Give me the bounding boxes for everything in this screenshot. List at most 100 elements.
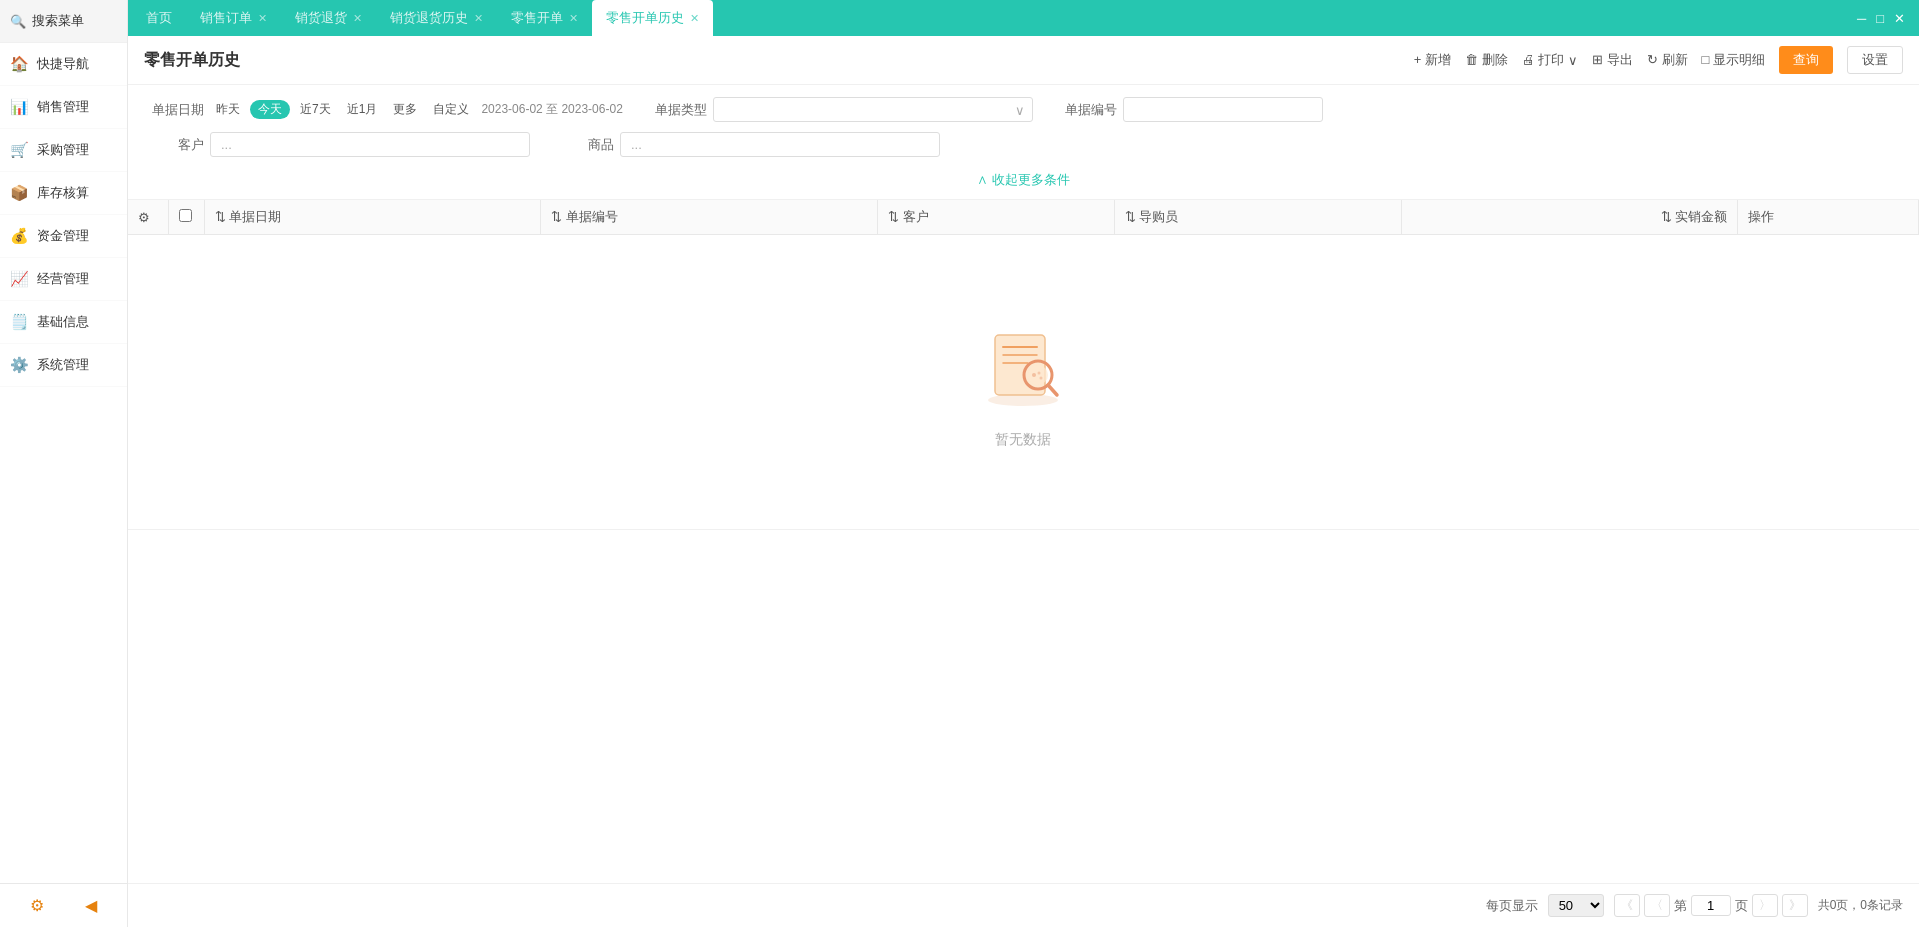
product-input[interactable]: ...	[620, 132, 940, 157]
display-label: □ 显示明细	[1702, 51, 1765, 69]
doc-type-select[interactable]	[713, 97, 1033, 122]
purchase-icon: 🛒	[10, 141, 29, 159]
sidebar-item-sys-mgmt[interactable]: ⚙️ 系统管理	[0, 344, 127, 387]
sys-icon: ⚙️	[10, 356, 29, 374]
empty-state: 暂无数据	[128, 235, 1919, 529]
tab-sales-order[interactable]: 销售订单 ✕	[186, 0, 281, 36]
empty-state-cell: 暂无数据	[128, 235, 1919, 530]
first-page-button[interactable]: 《	[1614, 894, 1640, 917]
tab-sales-return-label: 销货退货	[295, 9, 347, 27]
tab-retail-open-close[interactable]: ✕	[569, 12, 578, 25]
sidebar-item-base-info[interactable]: 🗒️ 基础信息	[0, 301, 127, 344]
win-minimize-button[interactable]: ─	[1857, 11, 1866, 26]
doc-no-input[interactable]	[1123, 97, 1323, 122]
add-button[interactable]: + 新增	[1414, 51, 1451, 69]
gear-icon: ⚙	[138, 210, 150, 225]
svg-point-8	[1032, 373, 1036, 377]
sidebar-item-purchase-mgmt[interactable]: 🛒 采购管理	[0, 129, 127, 172]
product-filter: 商品 ...	[554, 132, 940, 157]
page-input[interactable]	[1691, 895, 1731, 916]
toolbar: + 新增 🗑 删除 🖨 打印 ∨ ⊞ 导出 ↻ 刷新 □ 显示明细	[1414, 46, 1903, 74]
sidebar-search[interactable]: 🔍 搜索菜单	[0, 0, 127, 43]
export-label: ⊞ 导出	[1592, 51, 1633, 69]
date-last-month[interactable]: 近1月	[341, 100, 384, 119]
per-page-select[interactable]: 50 20 100	[1548, 894, 1604, 917]
tab-retail-history[interactable]: 零售开单历史 ✕	[592, 0, 713, 36]
th-amount-sort[interactable]: ⇅	[1661, 209, 1672, 224]
sidebar-settings-button[interactable]: ⚙	[30, 896, 44, 915]
select-all-checkbox[interactable]	[179, 209, 192, 222]
sidebar-item-ops-mgmt[interactable]: 📈 经营管理	[0, 258, 127, 301]
th-no: ⇅ 单据编号	[541, 200, 878, 235]
table-area: ⚙ ⇅ 单据日期 ⇅ 单据编号	[128, 200, 1919, 883]
th-date-sort[interactable]: ⇅	[215, 209, 226, 224]
sidebar-item-label: 系统管理	[37, 356, 89, 374]
tab-retail-open[interactable]: 零售开单 ✕	[497, 0, 592, 36]
tab-home[interactable]: 首页	[132, 0, 186, 36]
doc-type-label: 单据类型	[647, 101, 707, 119]
delete-label: 🗑 删除	[1465, 51, 1508, 69]
sidebar-item-quick-nav[interactable]: 🏠 快捷导航	[0, 43, 127, 86]
export-button[interactable]: ⊞ 导出	[1592, 51, 1633, 69]
th-gear[interactable]: ⚙	[128, 200, 168, 235]
date-last7[interactable]: 近7天	[294, 100, 337, 119]
sidebar-item-label: 经营管理	[37, 270, 89, 288]
th-check[interactable]	[168, 200, 204, 235]
sidebar-footer: ⚙ ◀	[0, 883, 127, 927]
th-guide: ⇅ 导购员	[1114, 200, 1401, 235]
last-page-button[interactable]: 》	[1782, 894, 1808, 917]
tab-sales-return-history[interactable]: 销货退货历史 ✕	[376, 0, 497, 36]
page-label: 第	[1674, 897, 1687, 915]
empty-illustration	[973, 315, 1073, 415]
display-detail-button[interactable]: □ 显示明细	[1702, 51, 1765, 69]
search-icon: 🔍	[10, 14, 26, 29]
sidebar-item-label: 采购管理	[37, 141, 89, 159]
prev-page-button[interactable]: 〈	[1644, 894, 1670, 917]
doc-no-label: 单据编号	[1057, 101, 1117, 119]
print-label: 🖨 打印	[1522, 51, 1565, 69]
page-suffix: 页	[1735, 897, 1748, 915]
win-close-button[interactable]: ✕	[1894, 11, 1905, 26]
top-nav: 首页 销售订单 ✕ 销货退货 ✕ 销货退货历史 ✕ 零售开单 ✕ 零售开单历史 …	[128, 0, 1919, 36]
delete-button[interactable]: 🗑 删除	[1465, 51, 1508, 69]
date-label: 单据日期	[144, 101, 204, 119]
win-maximize-button[interactable]: □	[1876, 11, 1884, 26]
tab-retail-history-close[interactable]: ✕	[690, 12, 699, 25]
settings-button[interactable]: 设置	[1847, 46, 1903, 74]
win-controls: ─ □ ✕	[1857, 11, 1915, 26]
sidebar-item-inventory[interactable]: 📦 库存核算	[0, 172, 127, 215]
print-button[interactable]: 🖨 打印 ∨	[1522, 51, 1579, 69]
date-more[interactable]: 更多	[387, 100, 423, 119]
sidebar-item-label: 快捷导航	[37, 55, 89, 73]
page-nav: 《 〈 第 页 〉 》	[1614, 894, 1808, 917]
sidebar-item-label: 基础信息	[37, 313, 89, 331]
date-today[interactable]: 今天	[250, 100, 290, 119]
th-guide-sort[interactable]: ⇅	[1125, 209, 1136, 224]
customer-input[interactable]: ...	[210, 132, 530, 157]
tab-sales-return-close[interactable]: ✕	[353, 12, 362, 25]
sidebar-item-sales-mgmt[interactable]: 📊 销售管理	[0, 86, 127, 129]
refresh-button[interactable]: ↻ 刷新	[1647, 51, 1688, 69]
tab-sales-return[interactable]: 销货退货 ✕	[281, 0, 376, 36]
home-icon: 🏠	[10, 55, 29, 73]
svg-point-10	[1040, 377, 1043, 380]
th-no-sort[interactable]: ⇅	[551, 209, 562, 224]
sidebar-item-finance[interactable]: 💰 资金管理	[0, 215, 127, 258]
collapse-button[interactable]: ∧ 收起更多条件	[144, 167, 1903, 193]
tab-sales-order-label: 销售订单	[200, 9, 252, 27]
doc-type-filter: 单据类型 ∨	[647, 97, 1033, 122]
date-yesterday[interactable]: 昨天	[210, 100, 246, 119]
tab-sales-return-history-close[interactable]: ✕	[474, 12, 483, 25]
total-info: 共0页，0条记录	[1818, 897, 1903, 914]
empty-text: 暂无数据	[995, 431, 1051, 449]
query-button[interactable]: 查询	[1779, 46, 1833, 74]
next-page-button[interactable]: 〉	[1752, 894, 1778, 917]
sidebar-item-label: 库存核算	[37, 184, 89, 202]
filter-row-1: 单据日期 昨天 今天 近7天 近1月 更多 自定义 2023-06-02 至 2…	[144, 97, 1903, 122]
tab-sales-order-close[interactable]: ✕	[258, 12, 267, 25]
th-customer-sort[interactable]: ⇅	[888, 209, 899, 224]
table-body: 暂无数据	[128, 235, 1919, 530]
filter-area: 单据日期 昨天 今天 近7天 近1月 更多 自定义 2023-06-02 至 2…	[128, 85, 1919, 200]
date-custom[interactable]: 自定义	[427, 100, 475, 119]
sidebar-collapse-button[interactable]: ◀	[85, 896, 97, 915]
